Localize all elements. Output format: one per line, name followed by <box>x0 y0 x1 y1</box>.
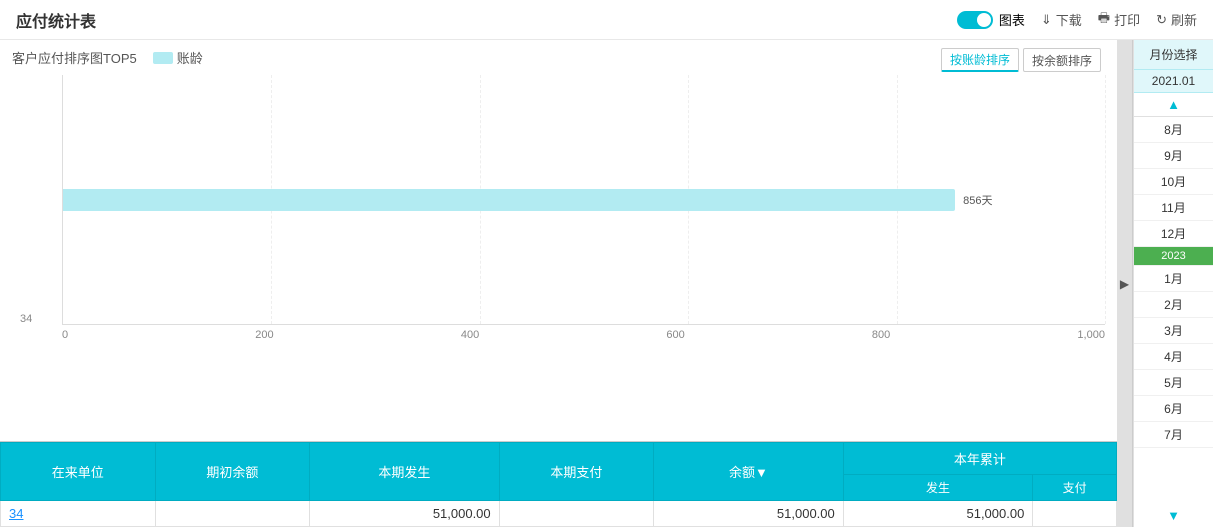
print-button[interactable]: 🖶 打印 <box>1098 9 1140 31</box>
chart-section: 客户应付排序图TOP5 账龄 按账龄排序 按余额排序 34 <box>0 40 1117 441</box>
page-title: 应付统计表 <box>16 8 96 32</box>
header-actions: 图表 ⇓ 下载 🖶 打印 ↻ 刷新 <box>957 9 1197 31</box>
download-button[interactable]: ⇓ 下载 <box>1041 10 1082 29</box>
download-label: 下载 <box>1056 10 1082 29</box>
col-header-ytd-pay: 支付 <box>1033 475 1117 501</box>
cell-opening <box>155 501 310 527</box>
legend-aging-label: 账龄 <box>177 48 203 67</box>
chart-plot-area: 856天 <box>62 75 1105 325</box>
month-item-7[interactable]: 7月 <box>1134 422 1213 448</box>
page-header: 应付统计表 图表 ⇓ 下载 🖶 打印 ↻ 刷新 <box>0 0 1213 40</box>
year-marker-2023[interactable]: 2023 <box>1134 247 1213 266</box>
table-section: 在来单位 期初余额 本期发生 本期支付 余额▼ 本年累计 发生 支付 <box>0 441 1117 527</box>
chart-toggle-container[interactable]: 图表 <box>957 10 1025 29</box>
month-item-5[interactable]: 5月 <box>1134 370 1213 396</box>
chart-x-axis: 0 200 400 600 800 1,000 <box>62 325 1105 355</box>
month-item-4[interactable]: 4月 <box>1134 344 1213 370</box>
table-row: 34 51,000.00 51,000.00 51,000.00 <box>1 501 1117 527</box>
col-header-balance: 余额▼ <box>654 443 844 501</box>
sort-by-amount-button[interactable]: 按账龄排序 <box>941 48 1019 72</box>
month-item-9[interactable]: 9月 <box>1134 143 1213 169</box>
month-item-10[interactable]: 10月 <box>1134 169 1213 195</box>
col-header-ytd-occ: 发生 <box>843 475 1033 501</box>
content-area: 客户应付排序图TOP5 账龄 按账龄排序 按余额排序 34 <box>0 40 1213 527</box>
legend-item-chart: 客户应付排序图TOP5 <box>12 48 137 67</box>
cell-unit[interactable]: 34 <box>1 501 156 527</box>
print-icon: 🖶 <box>1098 9 1110 31</box>
y-axis-label-34: 34 <box>20 313 36 325</box>
sidebar-up-button[interactable]: ▲ <box>1134 93 1213 117</box>
refresh-label: 刷新 <box>1171 10 1197 29</box>
expand-sidebar-arrow[interactable]: ▶ <box>1117 40 1133 527</box>
chart-sort-buttons: 按账龄排序 按余额排序 <box>941 48 1101 72</box>
right-sidebar: 月份选择 2021.01 ▲ 8月 9月 10月 11月 12月 2023 1月… <box>1133 40 1213 527</box>
x-label-1000: 1,000 <box>1077 329 1105 341</box>
legend-item-aging: 账龄 <box>153 48 203 67</box>
download-icon: ⇓ <box>1041 12 1052 28</box>
month-item-6[interactable]: 6月 <box>1134 396 1213 422</box>
x-label-800: 800 <box>872 329 890 341</box>
x-label-600: 600 <box>666 329 684 341</box>
col-header-current-pay: 本期支付 <box>499 443 654 501</box>
month-item-3[interactable]: 3月 <box>1134 318 1213 344</box>
cell-ytd-pay <box>1033 501 1117 527</box>
legend-color-box <box>153 52 173 64</box>
col-header-current-occ: 本期发生 <box>310 443 500 501</box>
chart-toggle-switch[interactable] <box>957 11 993 29</box>
sidebar-months-list: 8月 9月 10月 11月 12月 2023 1月 2月 3月 4月 5月 6月… <box>1134 117 1213 504</box>
x-label-0: 0 <box>62 329 68 341</box>
print-label: 打印 <box>1114 10 1140 29</box>
month-item-12[interactable]: 12月 <box>1134 221 1213 247</box>
cell-current-pay <box>499 501 654 527</box>
month-item-11[interactable]: 11月 <box>1134 195 1213 221</box>
cell-ytd-occ: 51,000.00 <box>843 501 1033 527</box>
sidebar-current-date[interactable]: 2021.01 <box>1134 70 1213 93</box>
month-item-8[interactable]: 8月 <box>1134 117 1213 143</box>
sort-by-balance-button[interactable]: 按余额排序 <box>1023 48 1101 72</box>
col-header-unit: 在来单位 <box>1 443 156 501</box>
month-item-1[interactable]: 1月 <box>1134 266 1213 292</box>
month-item-2[interactable]: 2月 <box>1134 292 1213 318</box>
x-label-200: 200 <box>255 329 273 341</box>
col-header-ytd: 本年累计 <box>843 443 1116 475</box>
main-area: 客户应付排序图TOP5 账龄 按账龄排序 按余额排序 34 <box>0 40 1117 527</box>
grid-line-1000 <box>1105 75 1106 324</box>
col-header-opening: 期初余额 <box>155 443 310 501</box>
chart-bar <box>63 189 955 211</box>
data-table: 在来单位 期初余额 本期发生 本期支付 余额▼ 本年累计 发生 支付 <box>0 442 1117 527</box>
chart-bar-row: 856天 <box>63 186 1105 214</box>
chart-wrapper: 34 856天 <box>12 75 1105 355</box>
cell-balance: 51,000.00 <box>654 501 844 527</box>
x-label-400: 400 <box>461 329 479 341</box>
cell-current-occ: 51,000.00 <box>310 501 500 527</box>
sidebar-down-button[interactable]: ▼ <box>1134 504 1213 527</box>
chart-bar-end-label: 856天 <box>963 192 992 208</box>
legend-label: 客户应付排序图TOP5 <box>12 48 137 67</box>
sidebar-header: 月份选择 <box>1134 40 1213 70</box>
refresh-icon: ↻ <box>1156 12 1167 28</box>
chart-toggle-label: 图表 <box>999 10 1025 29</box>
table-header-row-1: 在来单位 期初余额 本期发生 本期支付 余额▼ 本年累计 <box>1 443 1117 475</box>
refresh-button[interactable]: ↻ 刷新 <box>1156 10 1197 29</box>
